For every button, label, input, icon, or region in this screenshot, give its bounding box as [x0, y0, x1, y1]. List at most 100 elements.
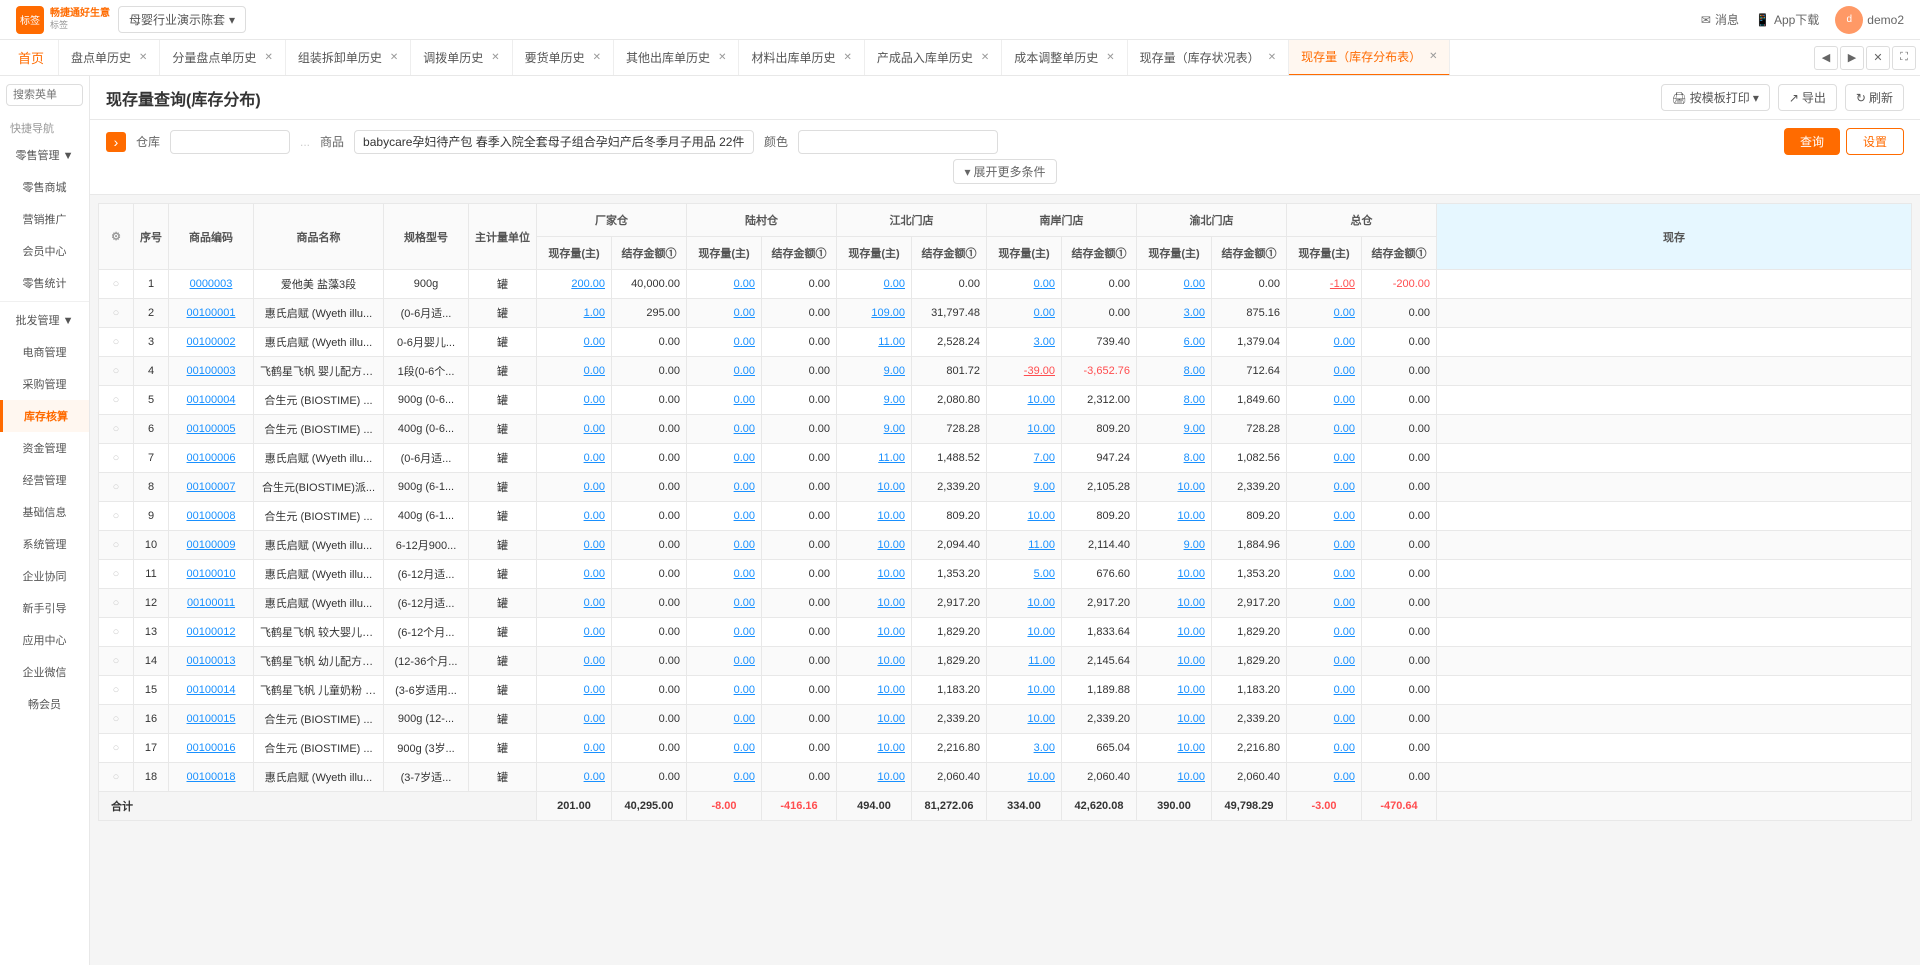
row-cjc-qty[interactable]: 0.00 — [537, 676, 612, 705]
row-lcc-qty[interactable]: 0.00 — [687, 560, 762, 589]
row-yb-qty[interactable]: 10.00 — [1137, 473, 1212, 502]
row-yb-qty[interactable]: 10.00 — [1137, 734, 1212, 763]
row-cjc-qty[interactable]: 0.00 — [537, 473, 612, 502]
sidebar-item-retail-store[interactable]: 零售商城 — [0, 171, 89, 203]
row-yb-qty[interactable]: 8.00 — [1137, 386, 1212, 415]
export-btn[interactable]: ↗ 导出 — [1778, 84, 1837, 111]
tab-close-6[interactable]: ✕ — [716, 51, 728, 64]
row-code[interactable]: 00100005 — [169, 415, 254, 444]
row-na-qty[interactable]: 10.00 — [987, 618, 1062, 647]
row-jb-qty[interactable]: 9.00 — [837, 386, 912, 415]
row-yb-qty[interactable]: 10.00 — [1137, 705, 1212, 734]
tab-combo-split[interactable]: 组装拆卸单历史 ✕ — [286, 40, 411, 76]
print-btn[interactable]: 🖨 按模板打印 ▾ — [1661, 84, 1770, 111]
gear-icon[interactable]: ⚙ — [111, 231, 121, 243]
row-cjc-qty[interactable]: 0.00 — [537, 705, 612, 734]
row-code[interactable]: 00100011 — [169, 589, 254, 618]
row-na-qty[interactable]: -39.00 — [987, 357, 1062, 386]
row-code[interactable]: 00100008 — [169, 502, 254, 531]
row-lcc-qty[interactable]: 0.00 — [687, 357, 762, 386]
tab-close-7[interactable]: ✕ — [841, 51, 853, 64]
row-code[interactable]: 00100015 — [169, 705, 254, 734]
row-code[interactable]: 00100006 — [169, 444, 254, 473]
tab-stock-dist[interactable]: 现存量（库存分布表） ✕ — [1289, 40, 1450, 76]
row-cjc-qty[interactable]: 0.00 — [537, 444, 612, 473]
tab-other-out[interactable]: 其他出库单历史 ✕ — [614, 40, 739, 76]
row-yb-qty[interactable]: 9.00 — [1137, 531, 1212, 560]
tab-close-all-btn[interactable]: ✕ — [1866, 46, 1890, 70]
warehouse-input[interactable] — [170, 130, 290, 154]
row-cjc-qty[interactable]: 0.00 — [537, 560, 612, 589]
row-jb-qty[interactable]: 10.00 — [837, 531, 912, 560]
tab-close-9[interactable]: ✕ — [1104, 51, 1116, 64]
row-yb-qty[interactable]: 9.00 — [1137, 415, 1212, 444]
row-na-qty[interactable]: 10.00 — [987, 676, 1062, 705]
row-lcc-qty[interactable]: 0.00 — [687, 763, 762, 792]
row-jb-qty[interactable]: 9.00 — [837, 415, 912, 444]
row-cjc-qty[interactable]: 0.00 — [537, 386, 612, 415]
row-na-qty[interactable]: 5.00 — [987, 560, 1062, 589]
sidebar-item-operations[interactable]: 经营管理 — [0, 464, 89, 496]
row-lcc-qty[interactable]: 0.00 — [687, 473, 762, 502]
sidebar-item-member-plus[interactable]: 畅会员 — [0, 688, 89, 720]
row-yb-qty[interactable]: 10.00 — [1137, 647, 1212, 676]
row-jb-qty[interactable]: 10.00 — [837, 647, 912, 676]
sidebar-item-basics[interactable]: 基础信息 — [0, 496, 89, 528]
col-header-settings[interactable]: ⚙ — [99, 204, 134, 270]
row-na-qty[interactable]: 10.00 — [987, 502, 1062, 531]
row-jb-qty[interactable]: 109.00 — [837, 299, 912, 328]
row-total-qty[interactable]: 0.00 — [1287, 560, 1362, 589]
row-code[interactable]: 0000003 — [169, 270, 254, 299]
row-total-qty[interactable]: 0.00 — [1287, 328, 1362, 357]
row-jb-qty[interactable]: 11.00 — [837, 444, 912, 473]
row-lcc-qty[interactable]: 0.00 — [687, 386, 762, 415]
row-na-qty[interactable]: 3.00 — [987, 734, 1062, 763]
row-code[interactable]: 00100009 — [169, 531, 254, 560]
row-cjc-qty[interactable]: 0.00 — [537, 763, 612, 792]
row-lcc-qty[interactable]: 0.00 — [687, 270, 762, 299]
row-na-qty[interactable]: 7.00 — [987, 444, 1062, 473]
row-code[interactable]: 00100002 — [169, 328, 254, 357]
row-code[interactable]: 00100012 — [169, 618, 254, 647]
row-na-qty[interactable]: 0.00 — [987, 299, 1062, 328]
sidebar-item-retail-mgmt[interactable]: 零售管理 ▼ — [0, 139, 89, 171]
row-na-qty[interactable]: 10.00 — [987, 705, 1062, 734]
row-na-qty[interactable]: 0.00 — [987, 270, 1062, 299]
row-yb-qty[interactable]: 10.00 — [1137, 560, 1212, 589]
goods-input[interactable] — [354, 130, 754, 154]
refresh-btn[interactable]: ↻ 刷新 — [1845, 84, 1904, 111]
tab-close-2[interactable]: ✕ — [262, 51, 274, 64]
tab-product-in[interactable]: 产成品入库单历史 ✕ — [865, 40, 1002, 76]
row-code[interactable]: 00100007 — [169, 473, 254, 502]
row-total-qty[interactable]: 0.00 — [1287, 618, 1362, 647]
row-code[interactable]: 00100016 — [169, 734, 254, 763]
row-cjc-qty[interactable]: 0.00 — [537, 618, 612, 647]
expand-filter-btn[interactable]: › — [106, 132, 126, 152]
row-total-qty[interactable]: -1.00 — [1287, 270, 1362, 299]
sidebar-item-enterprise[interactable]: 企业协同 — [0, 560, 89, 592]
tab-branch-inventory[interactable]: 分量盘点单历史 ✕ — [160, 40, 285, 76]
row-jb-qty[interactable]: 11.00 — [837, 328, 912, 357]
color-input[interactable] — [798, 130, 998, 154]
sidebar-item-wholesale[interactable]: 批发管理 ▼ — [0, 304, 89, 336]
row-code[interactable]: 00100010 — [169, 560, 254, 589]
row-cjc-qty[interactable]: 1.00 — [537, 299, 612, 328]
row-total-qty[interactable]: 0.00 — [1287, 415, 1362, 444]
row-yb-qty[interactable]: 0.00 — [1137, 270, 1212, 299]
row-jb-qty[interactable]: 10.00 — [837, 705, 912, 734]
row-yb-qty[interactable]: 10.00 — [1137, 502, 1212, 531]
row-yb-qty[interactable]: 8.00 — [1137, 444, 1212, 473]
row-na-qty[interactable]: 10.00 — [987, 386, 1062, 415]
row-lcc-qty[interactable]: 0.00 — [687, 676, 762, 705]
tab-close-4[interactable]: ✕ — [489, 51, 501, 64]
tab-inventory-check[interactable]: 盘点单历史 ✕ — [59, 40, 160, 76]
tab-next-btn[interactable]: ▶ — [1840, 46, 1864, 70]
industry-selector[interactable]: 母婴行业演示陈套 ▾ — [118, 6, 246, 33]
app-download-btn[interactable]: 📱 App下载 — [1755, 11, 1819, 28]
tab-material-out[interactable]: 材料出库单历史 ✕ — [739, 40, 864, 76]
row-na-qty[interactable]: 11.00 — [987, 531, 1062, 560]
row-na-qty[interactable]: 11.00 — [987, 647, 1062, 676]
row-jb-qty[interactable]: 10.00 — [837, 473, 912, 502]
row-lcc-qty[interactable]: 0.00 — [687, 589, 762, 618]
table-container[interactable]: ⚙ 序号 商品编码 商品名称 规格型号 主计量单位 厂家仓 陆村仓 江北门店 南… — [90, 195, 1920, 965]
